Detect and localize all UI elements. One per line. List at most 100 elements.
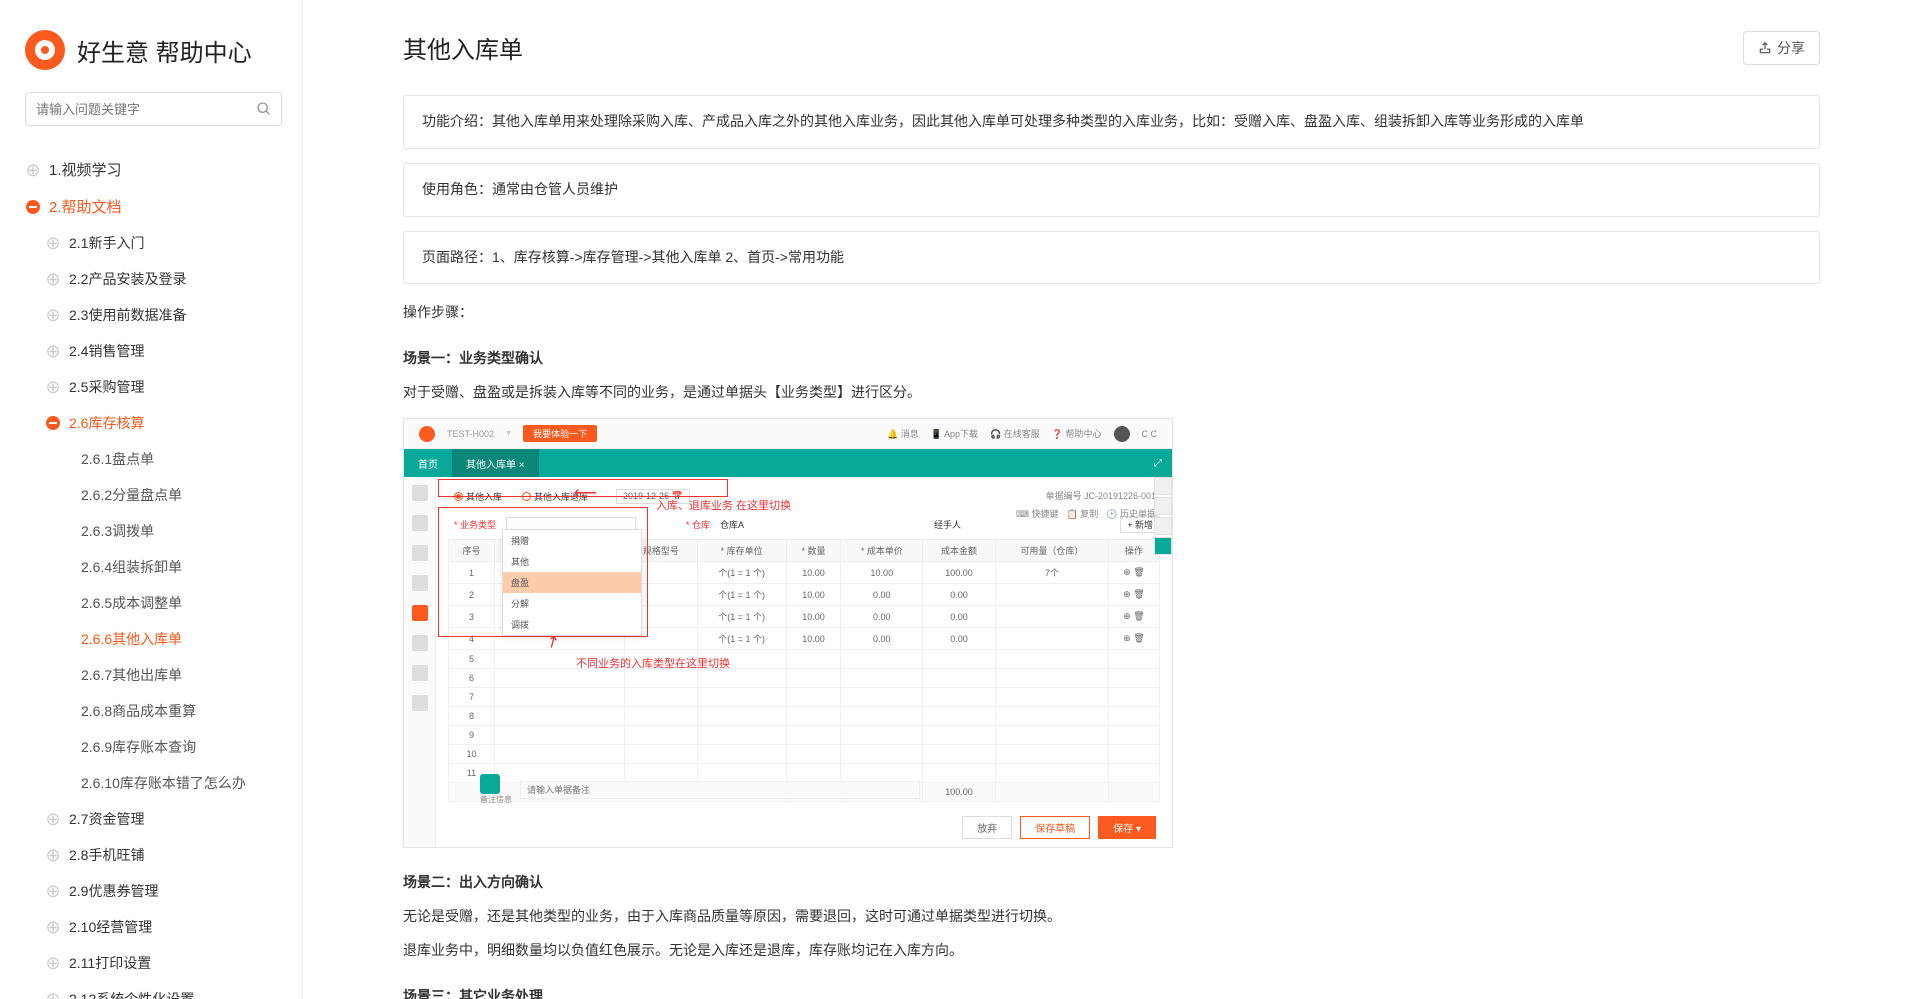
ss-side-icon-active xyxy=(412,605,428,621)
nav-tree: ⊕1.视频学习 2.帮助文档 ⊕2.1新手入门 ⊕2.2产品安装及登录 ⊕2.3… xyxy=(25,151,282,999)
nav-2-6-7[interactable]: 2.6.7其他出库单 xyxy=(25,657,282,693)
th-unit: * 库存单位 xyxy=(697,540,786,562)
ss-side-icon xyxy=(412,575,428,591)
search-box xyxy=(25,92,282,126)
nav-label: 2.4销售管理 xyxy=(69,341,144,361)
table-row: 10 xyxy=(449,745,1160,764)
nav-video[interactable]: ⊕ 1.视频学习 xyxy=(25,151,282,188)
ss-dd-opt-hl: 盘盈 xyxy=(503,572,641,593)
nav-2-6-2[interactable]: 2.6.2分量盘点单 xyxy=(25,477,282,513)
table-row: 6 xyxy=(449,669,1160,688)
nav-label: 2.6.9库存账本查询 xyxy=(81,737,196,757)
ss-avatar-icon xyxy=(1114,426,1130,442)
sidebar: 好生意 帮助中心 ⊕1.视频学习 2.帮助文档 ⊕2.1新手入门 ⊕2.2产品安… xyxy=(0,0,303,999)
main-content: 其他入库单 分享 功能介绍：其他入库单用来处理除采购入库、产成品入库之外的其他入… xyxy=(303,0,1920,999)
plus-icon: ⊕ xyxy=(45,883,61,899)
ss-docnum: 单据编号 JC-20191226-001 xyxy=(1045,489,1156,502)
ss-live: 🎧 在线客服 xyxy=(990,427,1040,440)
nav-2-3[interactable]: ⊕2.3使用前数据准备 xyxy=(25,297,282,333)
nav-2-10[interactable]: ⊕ 2.10经营管理 xyxy=(25,909,282,945)
th-qty: * 数量 xyxy=(786,540,841,562)
nav-label: 2.6.2分量盘点单 xyxy=(81,485,182,505)
scene2-p1: 无论是受赠，还是其他类型的业务，由于入库商品质量等原因，需要退回，这时可通过单据… xyxy=(403,902,1820,930)
ss-side-icon xyxy=(412,665,428,681)
nav-label: 2.3使用前数据准备 xyxy=(69,305,186,325)
search-input[interactable] xyxy=(25,92,282,126)
nav-2-11[interactable]: ⊕2.11打印设置 xyxy=(25,945,282,981)
nav-2-6-10[interactable]: 2.6.10库存账本错了怎么办 xyxy=(25,765,282,801)
th-op: 操作 xyxy=(1108,540,1159,562)
nav-2-6-5[interactable]: 2.6.5成本调整单 xyxy=(25,585,282,621)
path-text: 1、库存核算->库存管理->其他入库单 2、首页->常用功能 xyxy=(492,249,844,265)
ss-dd-opt: 调拨 xyxy=(503,614,641,635)
nav-2-6-9[interactable]: 2.6.9库存账本查询 xyxy=(25,729,282,765)
nav-label: 2.6.3调拨单 xyxy=(81,521,154,541)
nav-label: 2.1新手入门 xyxy=(69,233,144,253)
ss-rb-icon xyxy=(1154,497,1172,515)
ss-app: 📱 App下载 xyxy=(931,427,978,440)
nav-2-6-3[interactable]: 2.6.3调拨单 xyxy=(25,513,282,549)
nav-label: 2.6.8商品成本重算 xyxy=(81,701,196,721)
nav-2-6-6[interactable]: 2.6.6其他入库单 xyxy=(25,621,282,657)
share-button[interactable]: 分享 xyxy=(1743,31,1820,65)
intro-box: 功能介绍：其他入库单用来处理除采购入库、产成品入库之外的其他入库业务，因此其他入… xyxy=(403,95,1820,149)
plus-icon: ⊕ xyxy=(45,343,61,359)
table-row: 7 xyxy=(449,688,1160,707)
nav-2-6-8[interactable]: 2.6.8商品成本重算 xyxy=(25,693,282,729)
steps-label: 操作步骤： xyxy=(403,298,1820,326)
red-annotation-text: 入库、退库业务 在这里切换 xyxy=(656,497,791,513)
nav-2-6-1[interactable]: 2.6.1盘点单 xyxy=(25,441,282,477)
nav-label: 2.8手机旺铺 xyxy=(69,845,144,865)
ss-chevron-icon: ▾ xyxy=(506,428,511,439)
nav-help-docs[interactable]: 2.帮助文档 xyxy=(25,188,282,225)
content-body: 操作步骤： 场景一：业务类型确认 对于受赠、盘盈或是拆装入库等不同的业务，是通过… xyxy=(403,298,1820,999)
nav-2-4[interactable]: ⊕ 2.4销售管理 xyxy=(25,333,282,369)
ss-user: C C xyxy=(1142,429,1158,439)
nav-2-6-4[interactable]: 2.6.4组装拆卸单 xyxy=(25,549,282,585)
ss-dd-opt: 分解 xyxy=(503,593,641,614)
nav-label: 2.6.5成本调整单 xyxy=(81,593,182,613)
nav-2-2[interactable]: ⊕2.2产品安装及登录 xyxy=(25,261,282,297)
scene2-p2: 退库业务中，明细数量均以负值红色展示。无论是入库还是退库，库存账均记在入库方向。 xyxy=(403,936,1820,964)
nav-2-5[interactable]: ⊕2.5采购管理 xyxy=(25,369,282,405)
ss-msg: 🔔 消息 xyxy=(887,427,919,440)
nav-label: 2.6.1盘点单 xyxy=(81,449,154,469)
plus-icon: ⊕ xyxy=(45,919,61,935)
search-icon xyxy=(256,101,272,117)
ss-handler-label: 经手人 xyxy=(934,518,961,531)
nav-2-7[interactable]: ⊕2.7资金管理 xyxy=(25,801,282,837)
scene1-title: 场景一：业务类型确认 xyxy=(403,344,1820,372)
ss-rb-icon xyxy=(1154,477,1172,495)
nav-2-1[interactable]: ⊕2.1新手入门 xyxy=(25,225,282,261)
nav-2-6[interactable]: 2.6库存核算 xyxy=(25,405,282,441)
minus-icon xyxy=(25,199,41,215)
nav-label: 2.12系统个性化设置 xyxy=(69,989,194,999)
ss-tabs: 首页 其他入库单 × ⤢ xyxy=(404,449,1172,477)
ss-topbar: TEST-H002 ▾ 我要体验一下 🔔 消息 📱 App下载 🎧 在线客服 ❓… xyxy=(404,419,1172,449)
ss-draft-button: 保存草稿 xyxy=(1020,816,1090,839)
red-arrow-icon: ⟵ xyxy=(574,483,597,503)
nav-2-12[interactable]: ⊕2.12系统个性化设置 xyxy=(25,981,282,999)
role-box: 使用角色：通常由仓管人员维护 xyxy=(403,163,1820,217)
ss-footer: 备注信息 xyxy=(480,774,1156,805)
share-label: 分享 xyxy=(1777,38,1805,58)
plus-icon: ⊕ xyxy=(25,162,41,178)
nav-label: 2.2产品安装及登录 xyxy=(69,269,186,289)
nav-2-9[interactable]: ⊕2.9优惠券管理 xyxy=(25,873,282,909)
page-title: 其他入库单 xyxy=(403,30,523,65)
red-annotation-text: 不同业务的入库类型在这里切换 xyxy=(576,655,730,671)
ss-side-icon xyxy=(412,545,428,561)
intro-label: 功能介绍： xyxy=(422,113,492,129)
table-row: 5 xyxy=(449,650,1160,669)
ss-actions: 放弃 保存草稿 保存 ▾ xyxy=(962,816,1156,839)
path-label: 页面路径： xyxy=(422,249,492,265)
ss-help: ❓ 帮助中心 xyxy=(1052,427,1102,440)
ss-note-icon xyxy=(480,774,500,794)
ss-dd-opt: 捐赠 xyxy=(503,530,641,551)
logo-icon xyxy=(25,30,65,70)
nav-label: 2.10经营管理 xyxy=(69,917,152,937)
nav-label: 2.6库存核算 xyxy=(69,413,144,433)
nav-label: 2.7资金管理 xyxy=(69,809,144,829)
nav-2-8[interactable]: ⊕2.8手机旺铺 xyxy=(25,837,282,873)
nav-label: 1.视频学习 xyxy=(49,159,122,180)
